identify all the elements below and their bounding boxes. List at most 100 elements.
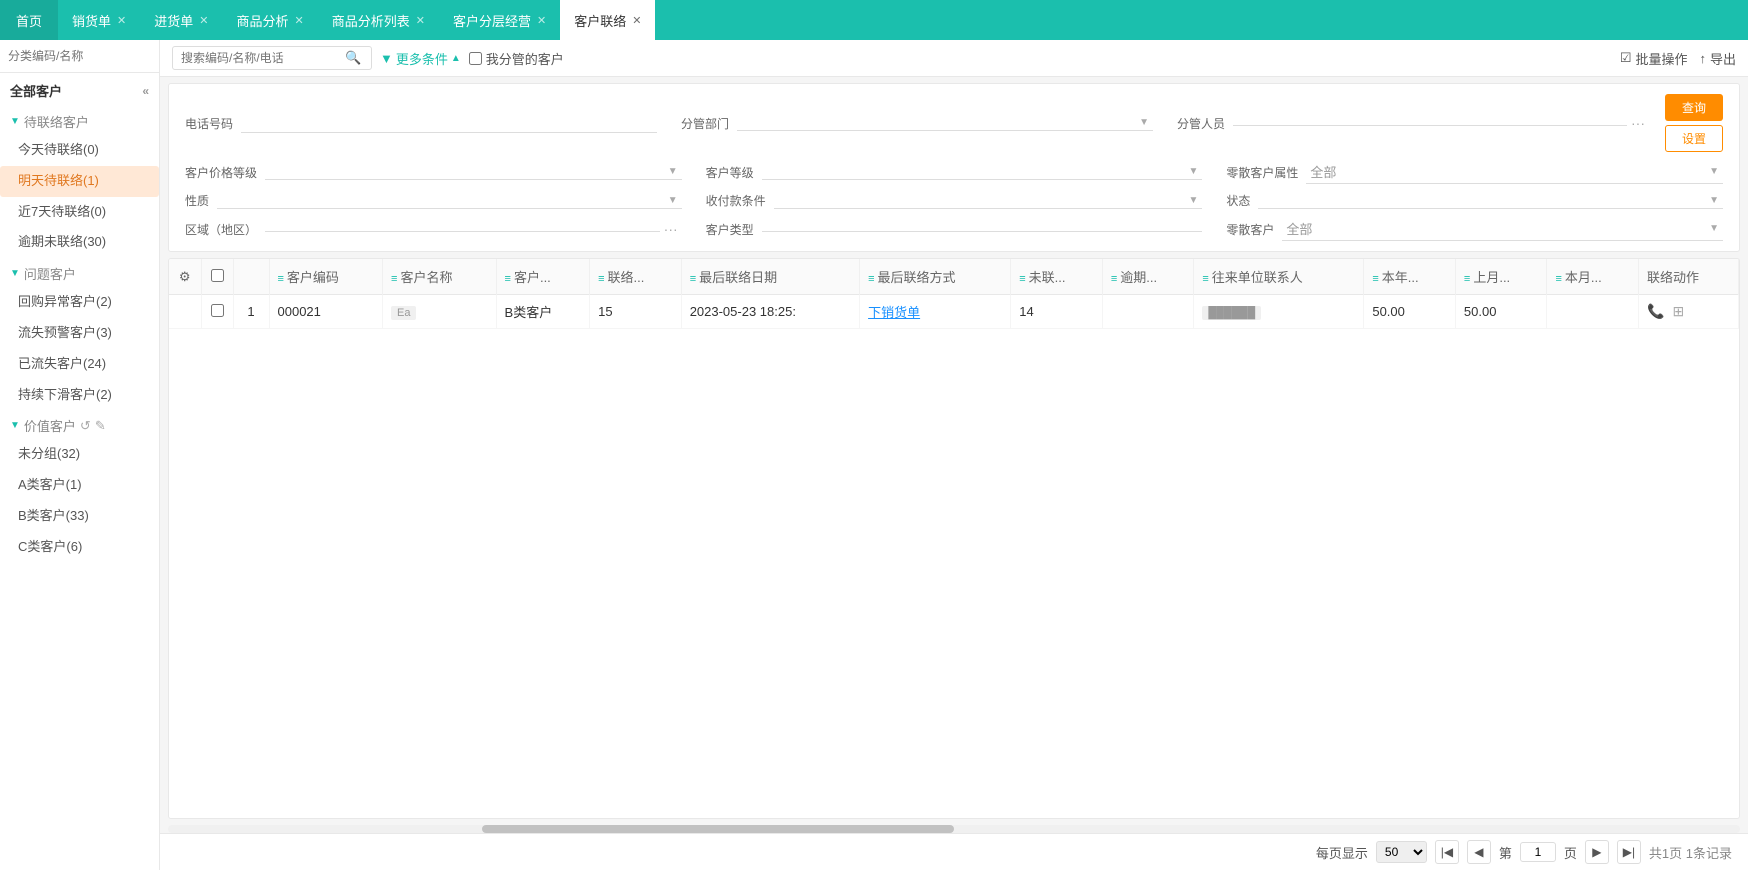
col-this-month[interactable]: ≡本月... [1547, 259, 1639, 295]
sidebar-item-ungrouped[interactable]: 未分组(32) [0, 439, 159, 470]
sidebar-item-lost-risk[interactable]: 流失预警客户(3) [0, 318, 159, 349]
manager-select[interactable] [1233, 121, 1627, 126]
group-pending-contact: ▼ 待联络客户 [0, 106, 159, 135]
price-level-select[interactable]: ▼ [265, 164, 682, 180]
retail-customer-select[interactable]: 全部 ▼ [1282, 217, 1723, 241]
per-page-select[interactable]: 50 100 200 [1376, 841, 1427, 863]
col-last-contact-date[interactable]: ≡最后联络日期 [681, 259, 859, 295]
close-icon[interactable]: ✕ [632, 14, 641, 27]
edit-icon[interactable]: ✎ [95, 418, 106, 434]
status-select[interactable]: ▼ [1258, 193, 1723, 209]
close-icon[interactable]: ✕ [117, 14, 126, 27]
next-page-button[interactable]: ▶ [1585, 840, 1609, 864]
customer-level-select[interactable]: ▼ [762, 164, 1203, 180]
filter-retail-attr: 零散客户属性 全部 ▼ [1226, 160, 1723, 184]
sidebar-item-today-contact[interactable]: 今天待联络(0) [0, 135, 159, 166]
filter-actions: 查询 设置 [1665, 94, 1723, 152]
nav-customer-segment[interactable]: 客户分层经营 ✕ [439, 0, 560, 40]
row-checkbox[interactable] [201, 295, 233, 329]
row-last-contact-method[interactable]: 下销货单 [860, 295, 1011, 329]
search-input[interactable] [181, 51, 341, 65]
collapse-icon[interactable]: « [142, 84, 149, 98]
col-this-year[interactable]: ≡本年... [1364, 259, 1456, 295]
filter-region: 区域（地区） ··· [185, 221, 682, 238]
sidebar-item-continuous-decline[interactable]: 持续下滑客户(2) [0, 380, 159, 411]
sidebar-item-tomorrow-contact[interactable]: 明天待联络(1) [0, 166, 159, 197]
refresh-icon[interactable]: ↺ [80, 418, 91, 434]
col-last-contact-method[interactable]: ≡最后联络方式 [860, 259, 1011, 295]
nav-customer-contact[interactable]: 客户联络 ✕ [560, 0, 655, 40]
search-icon[interactable]: 🔍 [345, 50, 361, 66]
sidebar-item-c-type[interactable]: C类客户(6) [0, 532, 159, 563]
col-overdue[interactable]: ≡逾期... [1102, 259, 1194, 295]
batch-operation-button[interactable]: ☑ 批量操作 [1620, 49, 1688, 68]
phone-input[interactable] [241, 114, 657, 133]
scrollbar-thumb[interactable] [482, 825, 954, 833]
grid-action-icon[interactable]: ⊞ [1672, 303, 1684, 320]
col-code[interactable]: ≡客户编码 [269, 259, 383, 295]
row-unit-contact: ██████ [1194, 295, 1364, 329]
toolbar-search-box: 🔍 [172, 46, 372, 70]
sidebar-item-a-type[interactable]: A类客户(1) [0, 470, 159, 501]
toolbar-right: ☑ 批量操作 ↑ 导出 [1620, 49, 1736, 68]
col-contact[interactable]: ≡联络... [590, 259, 682, 295]
row-this-year: 50.00 [1364, 295, 1456, 329]
close-icon[interactable]: ✕ [537, 14, 546, 27]
my-customer-checkbox-label[interactable]: 我分管的客户 [469, 49, 564, 68]
filter-row-2: 客户价格等级 ▼ 客户等级 ▼ 零散客户属性 [185, 160, 1723, 184]
horizontal-scrollbar[interactable] [168, 825, 1740, 833]
export-button[interactable]: ↑ 导出 [1699, 49, 1736, 68]
nav-purchase[interactable]: 进货单 ✕ [140, 0, 222, 40]
page-number-input[interactable] [1520, 842, 1556, 862]
select-all-checkbox[interactable] [211, 269, 224, 282]
dots-icon[interactable]: ··· [1627, 115, 1649, 131]
row-name[interactable]: Ea [383, 295, 497, 329]
prev-page-button[interactable]: ◀ [1467, 840, 1491, 864]
all-customers-title: 全部客户 « [0, 73, 159, 106]
dots-icon[interactable]: ··· [660, 221, 682, 237]
close-icon[interactable]: ✕ [295, 14, 304, 27]
sidebar-item-overdue-contact[interactable]: 逾期未联络(30) [0, 227, 159, 258]
filter-row-3: 性质 ▼ 收付款条件 ▼ 状态 [185, 192, 1723, 209]
sidebar-item-lost[interactable]: 已流失客户(24) [0, 349, 159, 380]
close-icon[interactable]: ✕ [416, 14, 425, 27]
more-filter-button[interactable]: ▼ 更多条件 ▲ [380, 49, 461, 68]
query-button[interactable]: 查询 [1665, 94, 1723, 121]
phone-action-icon[interactable]: 📞 [1647, 303, 1664, 320]
customer-type-select[interactable] [762, 227, 1203, 232]
region-select[interactable] [265, 227, 660, 232]
toolbar: 🔍 ▼ 更多条件 ▲ 我分管的客户 ☑ 批量操作 ↑ 导出 [160, 40, 1748, 77]
first-page-button[interactable]: |◀ [1435, 840, 1459, 864]
col-checkbox[interactable] [201, 259, 233, 295]
sidebar-search-input[interactable] [8, 49, 160, 63]
last-page-button[interactable]: ▶| [1617, 840, 1641, 864]
nav-product-analysis-list[interactable]: 商品分析列表 ✕ [318, 0, 439, 40]
sidebar-item-b-type[interactable]: B类客户(33) [0, 501, 159, 532]
nav-product-analysis[interactable]: 商品分析 ✕ [222, 0, 317, 40]
sidebar-item-week-contact[interactable]: 近7天待联络(0) [0, 197, 159, 228]
nature-select[interactable]: ▼ [217, 193, 682, 209]
nav-home[interactable]: 首页 [0, 0, 58, 40]
table-header-row: ⚙ ≡客户编码 ≡客户名称 ≡客户... ≡联络... ≡最后联络日期 ≡最后联… [169, 259, 1739, 295]
row-last-contact-date: 2023-05-23 18:25: [681, 295, 859, 329]
dept-select[interactable]: ▼ [737, 115, 1153, 131]
col-type[interactable]: ≡客户... [496, 259, 590, 295]
my-customer-checkbox[interactable] [469, 52, 482, 65]
col-un-contact[interactable]: ≡未联... [1011, 259, 1103, 295]
close-icon[interactable]: ✕ [199, 14, 208, 27]
chevron-down-icon: ▼ [1709, 166, 1719, 177]
retail-attr-select[interactable]: 全部 ▼ [1306, 160, 1723, 184]
row-select-checkbox[interactable] [211, 304, 224, 317]
sidebar-item-repurchase-abnormal[interactable]: 回购异常客户(2) [0, 287, 159, 318]
col-unit-contact[interactable]: ≡往来单位联系人 [1194, 259, 1364, 295]
col-settings[interactable]: ⚙ [169, 259, 201, 295]
col-last-month[interactable]: ≡上月... [1455, 259, 1547, 295]
nav-sales[interactable]: 销货单 ✕ [58, 0, 140, 40]
row-last-month: 50.00 [1455, 295, 1547, 329]
col-name[interactable]: ≡客户名称 [383, 259, 497, 295]
filter-panel: 电话号码 分管部门 ▼ 分管人员 ··· [168, 83, 1740, 252]
filter-dept: 分管部门 ▼ [681, 115, 1153, 132]
payment-select[interactable]: ▼ [774, 193, 1203, 209]
reset-button[interactable]: 设置 [1665, 125, 1723, 152]
filter-manager: 分管人员 ··· [1177, 115, 1649, 132]
